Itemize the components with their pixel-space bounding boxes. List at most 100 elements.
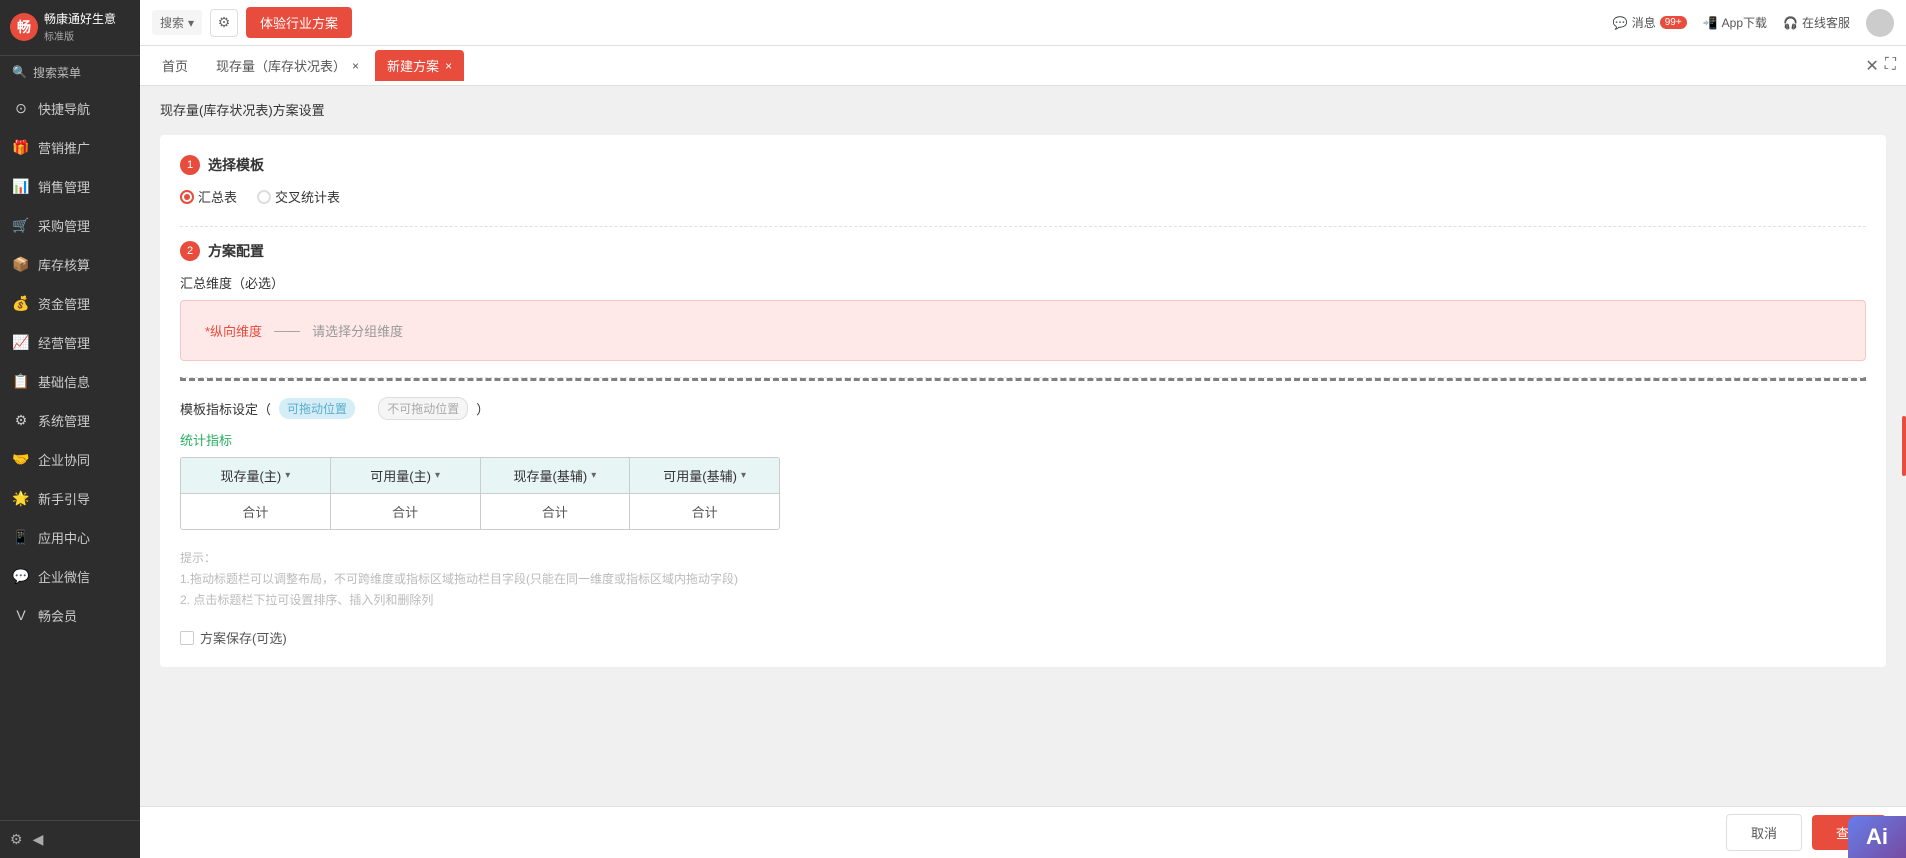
- sidebar-item-inventory[interactable]: 📦 库存核算: [0, 245, 140, 284]
- cart-icon: 🛒: [12, 216, 30, 234]
- indicator-setting-label: 模板指标设定（ 可拖动位置 不可拖动位置 ）: [180, 397, 1866, 420]
- tip-item-1: 1.拖动标题栏可以调整布局，不可跨维度或指标区域拖动栏目字段(只能在同一维度或指…: [180, 570, 1866, 587]
- step2-section: 2 方案配置 汇总维度（必选） *纵向维度 —— 请选择分组维度 模板指标设定（…: [180, 241, 1866, 608]
- search-text: 搜索: [160, 14, 184, 31]
- step2-title: 方案配置: [208, 241, 264, 261]
- sidebar-item-newguide[interactable]: 🌟 新手引导: [0, 479, 140, 518]
- radio-dot-cross: [257, 190, 271, 204]
- sidebar-item-system[interactable]: ⚙ 系统管理: [0, 401, 140, 440]
- tips-section: 提示： 1.拖动标题栏可以调整布局，不可跨维度或指标区域拖动栏目字段(只能在同一…: [180, 549, 1866, 608]
- sales-icon: 📊: [12, 177, 30, 195]
- sidebar-item-purchase[interactable]: 🛒 采购管理: [0, 206, 140, 245]
- sidebar-item-finance[interactable]: 💰 资金管理: [0, 284, 140, 323]
- sidebar-item-wechat[interactable]: 💬 企业微信: [0, 557, 140, 596]
- col-dropdown-3[interactable]: ▾: [741, 470, 746, 481]
- ai-badge[interactable]: Ai: [1848, 816, 1906, 858]
- dimension-box[interactable]: *纵向维度 —— 请选择分组维度: [180, 300, 1866, 361]
- user-avatar[interactable]: [1866, 9, 1894, 37]
- dim-placeholder: 请选择分组维度: [312, 321, 403, 340]
- col-body-3: 合计: [630, 493, 779, 529]
- logo-icon: 畅: [10, 13, 38, 41]
- download-icon: 📲: [1703, 16, 1718, 30]
- search-box[interactable]: 搜索 ▾: [152, 10, 202, 35]
- gear-icon: ⚙: [12, 411, 30, 429]
- sidebar-item-marketing[interactable]: 🎁 营销推广: [0, 128, 140, 167]
- radio-summary[interactable]: 汇总表: [180, 187, 237, 206]
- page-title: 现存量(库存状况表)方案设置: [160, 100, 1886, 119]
- step2-header: 2 方案配置: [180, 241, 1866, 261]
- sidebar-item-sales[interactable]: 📊 销售管理: [0, 167, 140, 206]
- step2-num: 2: [180, 241, 200, 261]
- save-checkbox[interactable]: [180, 631, 194, 645]
- col-body-2: 合计: [481, 493, 631, 529]
- col-head-1[interactable]: 可用量(主) ▾: [331, 458, 481, 493]
- col-dropdown-2[interactable]: ▾: [591, 470, 596, 481]
- sidebar-search[interactable]: 🔍 搜索菜单: [0, 56, 140, 89]
- chart-icon: 📈: [12, 333, 30, 351]
- collapse-icon[interactable]: ◀: [33, 831, 44, 848]
- dim-section-label: 汇总维度（必选）: [180, 273, 1866, 292]
- dim-arrow: ——: [274, 323, 300, 338]
- topbar-left: 搜索 ▾ ⚙ 体验行业方案: [152, 7, 1603, 38]
- chat-icon: 💬: [12, 567, 30, 585]
- headset-icon: 🎧: [1783, 16, 1798, 30]
- phone-icon: 📱: [12, 528, 30, 546]
- col-head-2[interactable]: 现存量(基辅) ▾: [481, 458, 631, 493]
- sidebar-item-appcenter[interactable]: 📱 应用中心: [0, 518, 140, 557]
- cancel-button[interactable]: 取消: [1726, 814, 1802, 851]
- money-icon: 💰: [12, 294, 30, 312]
- col-dropdown-1[interactable]: ▾: [435, 470, 440, 481]
- template-radio-group: 汇总表 交叉统计表: [180, 187, 1866, 206]
- col-dropdown-0[interactable]: ▾: [285, 470, 290, 481]
- col-head-3[interactable]: 可用量(基辅) ▾: [630, 458, 779, 493]
- scroll-indicator: [1902, 416, 1906, 476]
- tips-title: 提示：: [180, 549, 1866, 566]
- tabbar: 首页 现存量（库存状况表） × 新建方案 × ✕ ⛶: [140, 46, 1906, 86]
- sidebar-item-vip[interactable]: V 畅会员: [0, 596, 140, 635]
- handshake-icon: 🤝: [12, 450, 30, 468]
- stats-body-row: 合计 合计 合计 合计: [181, 493, 779, 529]
- step1-num: 1: [180, 155, 200, 175]
- step1-header: 1 选择模板: [180, 155, 1866, 175]
- clipboard-icon: 📋: [12, 372, 30, 390]
- vip-icon: V: [12, 606, 30, 624]
- settings-button[interactable]: ⚙: [210, 9, 238, 37]
- tab-new-plan[interactable]: 新建方案 ×: [375, 50, 464, 81]
- tab-expand-icon[interactable]: ⛶: [1885, 56, 1896, 76]
- stats-header-row: 现存量(主) ▾ 可用量(主) ▾ 现存量(基辅) ▾ 可用量(基辅): [181, 458, 779, 493]
- sidebar-item-operation[interactable]: 📈 经营管理: [0, 323, 140, 362]
- dim-required-label: *纵向维度: [205, 321, 262, 340]
- online-service-button[interactable]: 🎧 在线客服: [1783, 14, 1850, 31]
- nav-icon: ⊙: [12, 99, 30, 117]
- movable-tag: 可拖动位置: [279, 398, 355, 419]
- gift-icon: 🎁: [12, 138, 30, 156]
- stats-table: 现存量(主) ▾ 可用量(主) ▾ 现存量(基辅) ▾ 可用量(基辅): [180, 457, 780, 530]
- tab-close-inventory[interactable]: ×: [352, 59, 359, 73]
- star-icon: 🌟: [12, 489, 30, 507]
- sidebar-item-cooperation[interactable]: 🤝 企业协同: [0, 440, 140, 479]
- chevron-down-icon: ▾: [188, 16, 194, 30]
- radio-cross[interactable]: 交叉统计表: [257, 187, 340, 206]
- message-button[interactable]: 💬 消息 99+: [1613, 14, 1687, 31]
- tab-home[interactable]: 首页: [150, 50, 200, 81]
- logo-text: 畅康通好生意 标准版: [44, 12, 116, 43]
- tab-close-new-plan[interactable]: ×: [445, 59, 452, 73]
- search-icon: 🔍: [12, 65, 27, 79]
- sidebar-logo: 畅 畅康通好生意 标准版: [0, 0, 140, 56]
- sidebar-item-quick-nav[interactable]: ⊙ 快捷导航: [0, 89, 140, 128]
- trial-button[interactable]: 体验行业方案: [246, 7, 352, 38]
- tab-inventory-status[interactable]: 现存量（库存状况表） ×: [204, 50, 371, 81]
- stats-label: 统计指标: [180, 430, 1866, 449]
- radio-dot-summary: [180, 190, 194, 204]
- app-download-button[interactable]: 📲 App下载: [1703, 14, 1767, 31]
- topbar: 搜索 ▾ ⚙ 体验行业方案 💬 消息 99+ 📲 App下载 🎧 在线客服: [140, 0, 1906, 46]
- tab-close-all-icon[interactable]: ✕: [1865, 56, 1878, 76]
- main-area: 搜索 ▾ ⚙ 体验行业方案 💬 消息 99+ 📲 App下载 🎧 在线客服: [140, 0, 1906, 858]
- sidebar-item-base[interactable]: 📋 基础信息: [0, 362, 140, 401]
- topbar-right: 💬 消息 99+ 📲 App下载 🎧 在线客服: [1613, 9, 1894, 37]
- footer: 取消 查询: [140, 806, 1906, 858]
- message-icon: 💬: [1613, 16, 1628, 30]
- col-head-0[interactable]: 现存量(主) ▾: [181, 458, 331, 493]
- content-area: 现存量(库存状况表)方案设置 1 选择模板 汇总表 交叉统计表: [140, 86, 1906, 806]
- settings-icon[interactable]: ⚙: [10, 831, 23, 848]
